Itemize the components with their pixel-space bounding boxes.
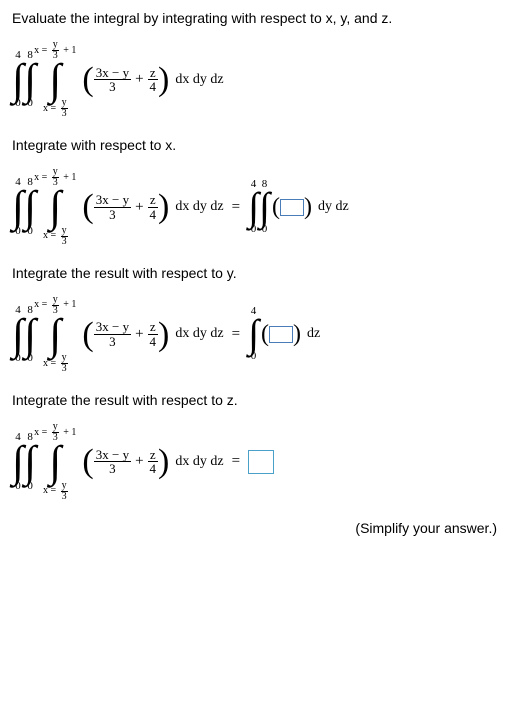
step-2-equation: 4∫0 8∫0 x = y3 + 1 ∫ x = y3 ( 3x − y3 + … — [12, 295, 511, 374]
x-integral: x = y3 + 1 ∫ x = y3 — [34, 40, 76, 119]
z-integral: 4 ∫ 0 — [12, 50, 24, 109]
step-1-equation: 4∫0 8∫0 x = y3 + 1 ∫ x = y3 ( 3x − y3 + … — [12, 167, 511, 246]
step-1-label: Integrate with respect to x. — [12, 137, 511, 153]
original-integral: 4 ∫ 0 8 ∫ 0 x = y3 + 1 ∫ x = y3 ( 3x − y… — [12, 40, 511, 119]
answer-input-3[interactable] — [248, 450, 274, 474]
step-3-equation: 4∫0 8∫0 x = y3 + 1 ∫ x = y3 ( 3x − y3 + … — [12, 422, 511, 501]
step-2-label: Integrate the result with respect to y. — [12, 265, 511, 281]
integrand: ( 3x − y3 + z4 ) — [82, 66, 169, 94]
step-3-label: Integrate the result with respect to z. — [12, 392, 511, 408]
differentials: dx dy dz — [175, 72, 223, 88]
answer-input-1[interactable] — [280, 199, 304, 216]
simplify-note: (Simplify your answer.) — [12, 520, 511, 536]
answer-input-2[interactable] — [269, 326, 293, 343]
problem-statement: Evaluate the integral by integrating wit… — [12, 10, 511, 26]
